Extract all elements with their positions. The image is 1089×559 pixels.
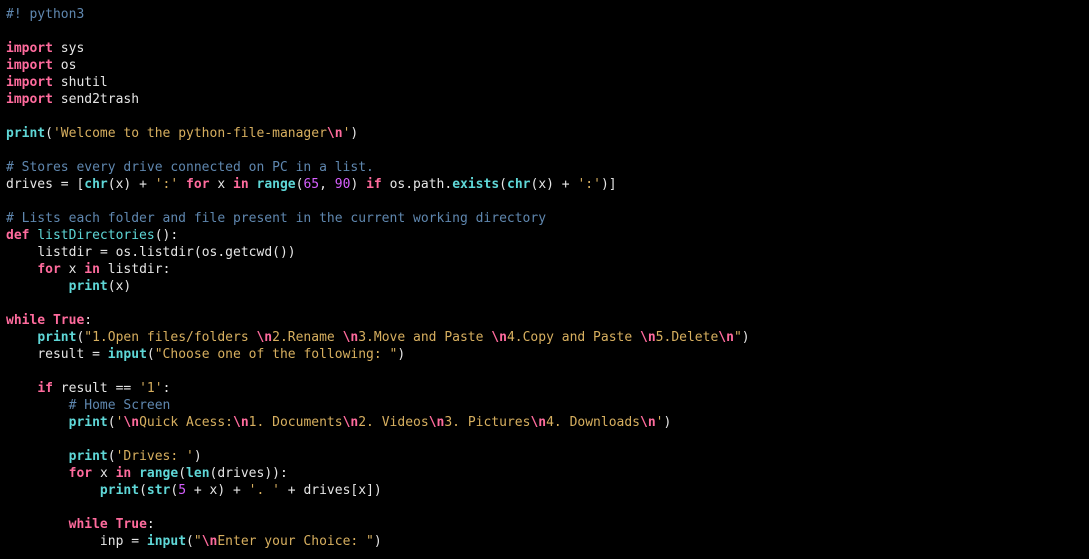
identifier: result — [61, 381, 108, 396]
identifier: drives — [217, 466, 264, 481]
keyword-while: while — [69, 517, 108, 532]
keyword-def: def — [6, 228, 29, 243]
paren: ( — [45, 126, 53, 141]
string-literal: 'Drives: ' — [116, 449, 194, 464]
identifier: drives — [6, 177, 53, 192]
code-editor[interactable]: #! python3 import sys import os import s… — [0, 0, 1089, 550]
module-name: sys — [61, 41, 84, 56]
string-literal: "Choose one of the following: " — [155, 347, 398, 362]
number-literal: 5 — [178, 483, 186, 498]
identifier: x — [69, 262, 77, 277]
identifier: inp — [100, 534, 123, 549]
builtin-range: range — [257, 177, 296, 192]
string-literal: '1' — [139, 381, 162, 396]
builtin-print: print — [37, 330, 76, 345]
shebang-line: #! python3 — [6, 7, 84, 22]
keyword-import: import — [6, 41, 53, 56]
keyword-import: import — [6, 75, 53, 90]
keyword-in: in — [116, 466, 132, 481]
comment: # Home Screen — [69, 398, 171, 413]
builtin-range: range — [139, 466, 178, 481]
module-name: send2trash — [61, 92, 139, 107]
keyword-true: True — [116, 517, 147, 532]
keyword-if: if — [366, 177, 382, 192]
builtin-chr: chr — [507, 177, 530, 192]
builtin-chr: chr — [84, 177, 107, 192]
keyword-for: for — [69, 466, 92, 481]
keyword-true: True — [53, 313, 84, 328]
keyword-in: in — [233, 177, 249, 192]
identifier: result — [37, 347, 84, 362]
builtin-len: len — [186, 466, 209, 481]
string-literal: "\nEnter your Choice: " — [194, 534, 374, 549]
module-name: os — [61, 58, 77, 73]
string-literal: ':' — [577, 177, 600, 192]
keyword-import: import — [6, 58, 53, 73]
builtin-print: print — [69, 279, 108, 294]
keyword-in: in — [84, 262, 100, 277]
identifier: drives — [303, 483, 350, 498]
builtin-str: str — [147, 483, 170, 498]
paren: ) — [350, 126, 358, 141]
builtin-print: print — [69, 449, 108, 464]
keyword-while: while — [6, 313, 45, 328]
keyword-for: for — [186, 177, 209, 192]
identifier: x — [217, 177, 225, 192]
number-literal: 65 — [303, 177, 319, 192]
identifier: x — [100, 466, 108, 481]
identifier: listdir — [108, 262, 163, 277]
builtin-print: print — [69, 415, 108, 430]
comment: # Lists each folder and file present in … — [6, 211, 546, 226]
comment: # Stores every drive connected on PC in … — [6, 160, 374, 175]
identifier: os.listdir — [116, 245, 194, 260]
builtin-print: print — [100, 483, 139, 498]
keyword-for: for — [37, 262, 60, 277]
string-literal: '\nQuick Acess:\n1. Documents\n2. Videos… — [116, 415, 664, 430]
string-literal: '. ' — [249, 483, 280, 498]
function-name: listDirectories — [37, 228, 154, 243]
module-name: shutil — [61, 75, 108, 90]
identifier: x — [358, 483, 366, 498]
builtin-input: input — [147, 534, 186, 549]
identifier: x — [538, 177, 546, 192]
builtin-exists: exists — [452, 177, 499, 192]
identifier: os.path — [390, 177, 445, 192]
identifier: listdir — [37, 245, 92, 260]
string-literal: ':' — [155, 177, 178, 192]
keyword-import: import — [6, 92, 53, 107]
identifier: os.getcwd — [202, 245, 272, 260]
keyword-if: if — [37, 381, 53, 396]
string-literal: 'Welcome to the python-file-manager\n' — [53, 126, 350, 141]
builtin-input: input — [108, 347, 147, 362]
number-literal: 90 — [335, 177, 351, 192]
builtin-print: print — [6, 126, 45, 141]
string-literal: "1.Open files/folders \n2.Rename \n3.Mov… — [84, 330, 742, 345]
